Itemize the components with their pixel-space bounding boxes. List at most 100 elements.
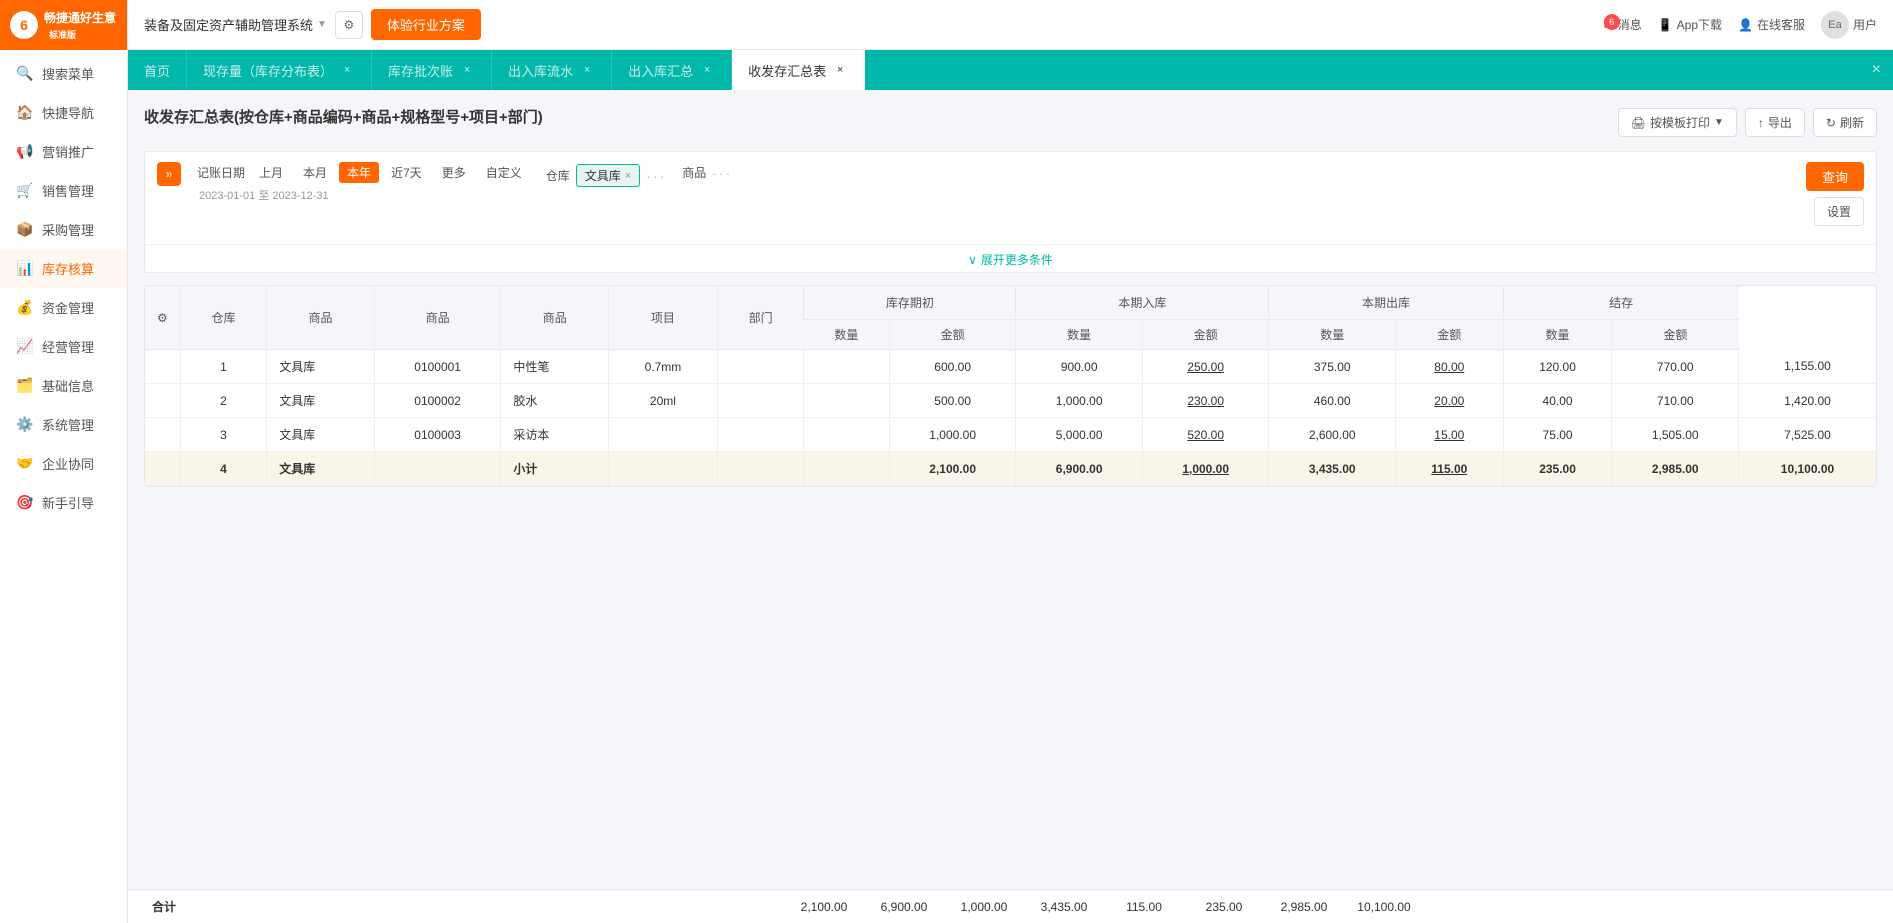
tab-home[interactable]: 首页: [128, 50, 187, 90]
inventory-icon: 📊: [16, 260, 34, 277]
row-in-qty[interactable]: 230.00: [1142, 384, 1269, 418]
row-warehouse: 文具库: [267, 384, 375, 418]
warehouse-more-dots[interactable]: ···: [646, 168, 666, 184]
tab-inout-summary[interactable]: 出入库汇总 ×: [612, 50, 732, 90]
row-goods-code: 0100003: [374, 418, 501, 452]
warehouse-filter-tag[interactable]: 文具库 ×: [576, 164, 640, 187]
experience-btn[interactable]: 体验行业方案: [371, 9, 481, 40]
row-in-qty[interactable]: 520.00: [1142, 418, 1269, 452]
tab-close-inout-flow[interactable]: ×: [579, 62, 595, 78]
row-close-qty: 770.00: [1612, 350, 1739, 384]
date-btn-this-year[interactable]: 本年: [339, 162, 379, 183]
row-in-qty[interactable]: 250.00: [1142, 350, 1269, 384]
tab-bar-close-icon[interactable]: ×: [1860, 50, 1893, 90]
department-col-header: 部门: [717, 286, 803, 350]
message-item[interactable]: ✉ 6 消息: [1604, 16, 1642, 33]
expand-conditions-btn[interactable]: ∨ 展开更多条件: [145, 244, 1876, 272]
date-btn-7days[interactable]: 近7天: [383, 162, 430, 183]
sidebar-item-sales[interactable]: 🛒 销售管理: [0, 171, 127, 210]
date-btn-custom[interactable]: 自定义: [478, 162, 530, 183]
row-goods-spec: 20ml: [609, 384, 718, 418]
row-seq: 2: [180, 384, 266, 418]
business-icon: 📈: [16, 338, 34, 355]
query-button[interactable]: 查询: [1806, 162, 1864, 191]
app-download-item[interactable]: 📱 App下载: [1658, 16, 1722, 33]
filter-settings-btn[interactable]: 设置: [1814, 197, 1864, 226]
guide-icon: 🎯: [16, 494, 34, 511]
print-icon: 🖨: [1631, 116, 1646, 130]
tab-close-inventory-dist[interactable]: ×: [339, 62, 355, 78]
tab-close-batch[interactable]: ×: [459, 62, 475, 78]
tab-inout-flow[interactable]: 出入库流水 ×: [492, 50, 612, 90]
row-out-qty[interactable]: 20.00: [1395, 384, 1503, 418]
date-btn-this-month[interactable]: 本月: [295, 162, 335, 183]
date-range-display: 2023-01-01 至 2023-12-31: [199, 187, 530, 203]
row-out-qty[interactable]: 80.00: [1395, 350, 1503, 384]
mobile-icon: 📱: [1658, 18, 1673, 32]
refresh-btn[interactable]: ↻ 刷新: [1813, 108, 1877, 137]
user-item[interactable]: Ea 用户: [1821, 11, 1877, 39]
basic-icon: 🗂️: [16, 377, 34, 394]
filter-date-section: 记账日期 上月 本月 本年 近7天 更多 自定义 2023-01-01 至 20…: [197, 162, 530, 203]
settings-icon[interactable]: ⚙: [335, 11, 363, 39]
row-department: [804, 350, 890, 384]
logo-icon: 6: [10, 11, 38, 39]
row-warehouse: 文具库: [267, 452, 375, 486]
goods-more-dots[interactable]: ···: [712, 165, 732, 181]
sidebar-item-finance[interactable]: 💰 资金管理: [0, 288, 127, 327]
tab-close-receipt-summary[interactable]: ×: [832, 62, 848, 78]
tab-receipt-summary[interactable]: 收发存汇总表 ×: [732, 50, 865, 90]
sidebar-item-business[interactable]: 📈 经营管理: [0, 327, 127, 366]
sidebar-item-quick-nav[interactable]: 🏠 快捷导航: [0, 93, 127, 132]
sidebar-logo: 6 畅捷通好生意 标准版: [0, 0, 127, 50]
row-checkbox: [145, 452, 180, 486]
sidebar-item-collab[interactable]: 🤝 企业协同: [0, 444, 127, 483]
filter-date-buttons: 上月 本月 本年 近7天 更多 自定义: [251, 162, 530, 183]
row-close-amt: 7,525.00: [1739, 418, 1877, 452]
row-goods-spec: 0.7mm: [609, 350, 718, 384]
sidebar-item-purchase[interactable]: 📦 采购管理: [0, 210, 127, 249]
tab-bar: 首页 现存量（库存分布表） × 库存批次账 × 出入库流水 × 出入库汇总 × …: [128, 50, 1893, 90]
row-goods-name: 胶水: [501, 384, 609, 418]
project-col-header: 项目: [609, 286, 718, 350]
row-goods-spec: [609, 452, 718, 486]
row-seq: 4: [180, 452, 266, 486]
row-open-amt: 900.00: [1016, 350, 1143, 384]
filter-toggle-btn[interactable]: »: [157, 162, 181, 186]
warehouse-tag-close-icon[interactable]: ×: [625, 170, 631, 182]
warehouse-col-header: 仓库: [180, 286, 266, 350]
date-btn-more[interactable]: 更多: [434, 162, 474, 183]
row-department: [804, 452, 890, 486]
home-icon: 🏠: [16, 104, 34, 121]
row-project: [717, 350, 803, 384]
export-btn[interactable]: ↑ 导出: [1745, 108, 1805, 137]
row-in-amt: 3,435.00: [1269, 452, 1396, 486]
row-goods-code: 0100002: [374, 384, 501, 418]
closing-group-header: 结存: [1503, 286, 1738, 320]
row-in-amt: 460.00: [1269, 384, 1396, 418]
tab-close-inout-summary[interactable]: ×: [699, 62, 715, 78]
topbar-left: 装备及固定资产辅助管理系统 ▼ ⚙ 体验行业方案: [144, 9, 481, 40]
sidebar-menu: 🔍 搜索菜单 🏠 快捷导航 📢 营销推广 🛒 销售管理 📦 采购管理 📊 库存核…: [0, 50, 127, 923]
sidebar-item-guide[interactable]: 🎯 新手引导: [0, 483, 127, 522]
row-open-amt: 6,900.00: [1016, 452, 1143, 486]
sidebar-item-system[interactable]: ⚙️ 系统管理: [0, 405, 127, 444]
online-service-item[interactable]: 👤 在线客服: [1738, 16, 1805, 33]
purchase-icon: 📦: [16, 221, 34, 238]
row-in-qty[interactable]: 1,000.00: [1142, 452, 1269, 486]
row-out-qty[interactable]: 15.00: [1395, 418, 1503, 452]
sidebar-item-basic[interactable]: 🗂️ 基础信息: [0, 366, 127, 405]
row-open-amt: 5,000.00: [1016, 418, 1143, 452]
print-btn[interactable]: 🖨 按模板打印 ▼: [1618, 108, 1737, 137]
sidebar-item-marketing[interactable]: 📢 营销推广: [0, 132, 127, 171]
system-selector[interactable]: 装备及固定资产辅助管理系统 ▼: [144, 15, 327, 34]
tab-batch[interactable]: 库存批次账 ×: [372, 50, 492, 90]
row-out-qty[interactable]: 115.00: [1395, 452, 1503, 486]
page-content: 收发存汇总表(按仓库+商品编码+商品+规格型号+项目+部门) 🖨 按模板打印 ▼…: [128, 90, 1893, 923]
sidebar-item-search[interactable]: 🔍 搜索菜单: [0, 54, 127, 93]
date-btn-last-month[interactable]: 上月: [251, 162, 291, 183]
row-goods-code: [374, 452, 501, 486]
row-project: [717, 384, 803, 418]
tab-inventory-dist[interactable]: 现存量（库存分布表） ×: [187, 50, 372, 90]
sidebar-item-inventory[interactable]: 📊 库存核算: [0, 249, 127, 288]
